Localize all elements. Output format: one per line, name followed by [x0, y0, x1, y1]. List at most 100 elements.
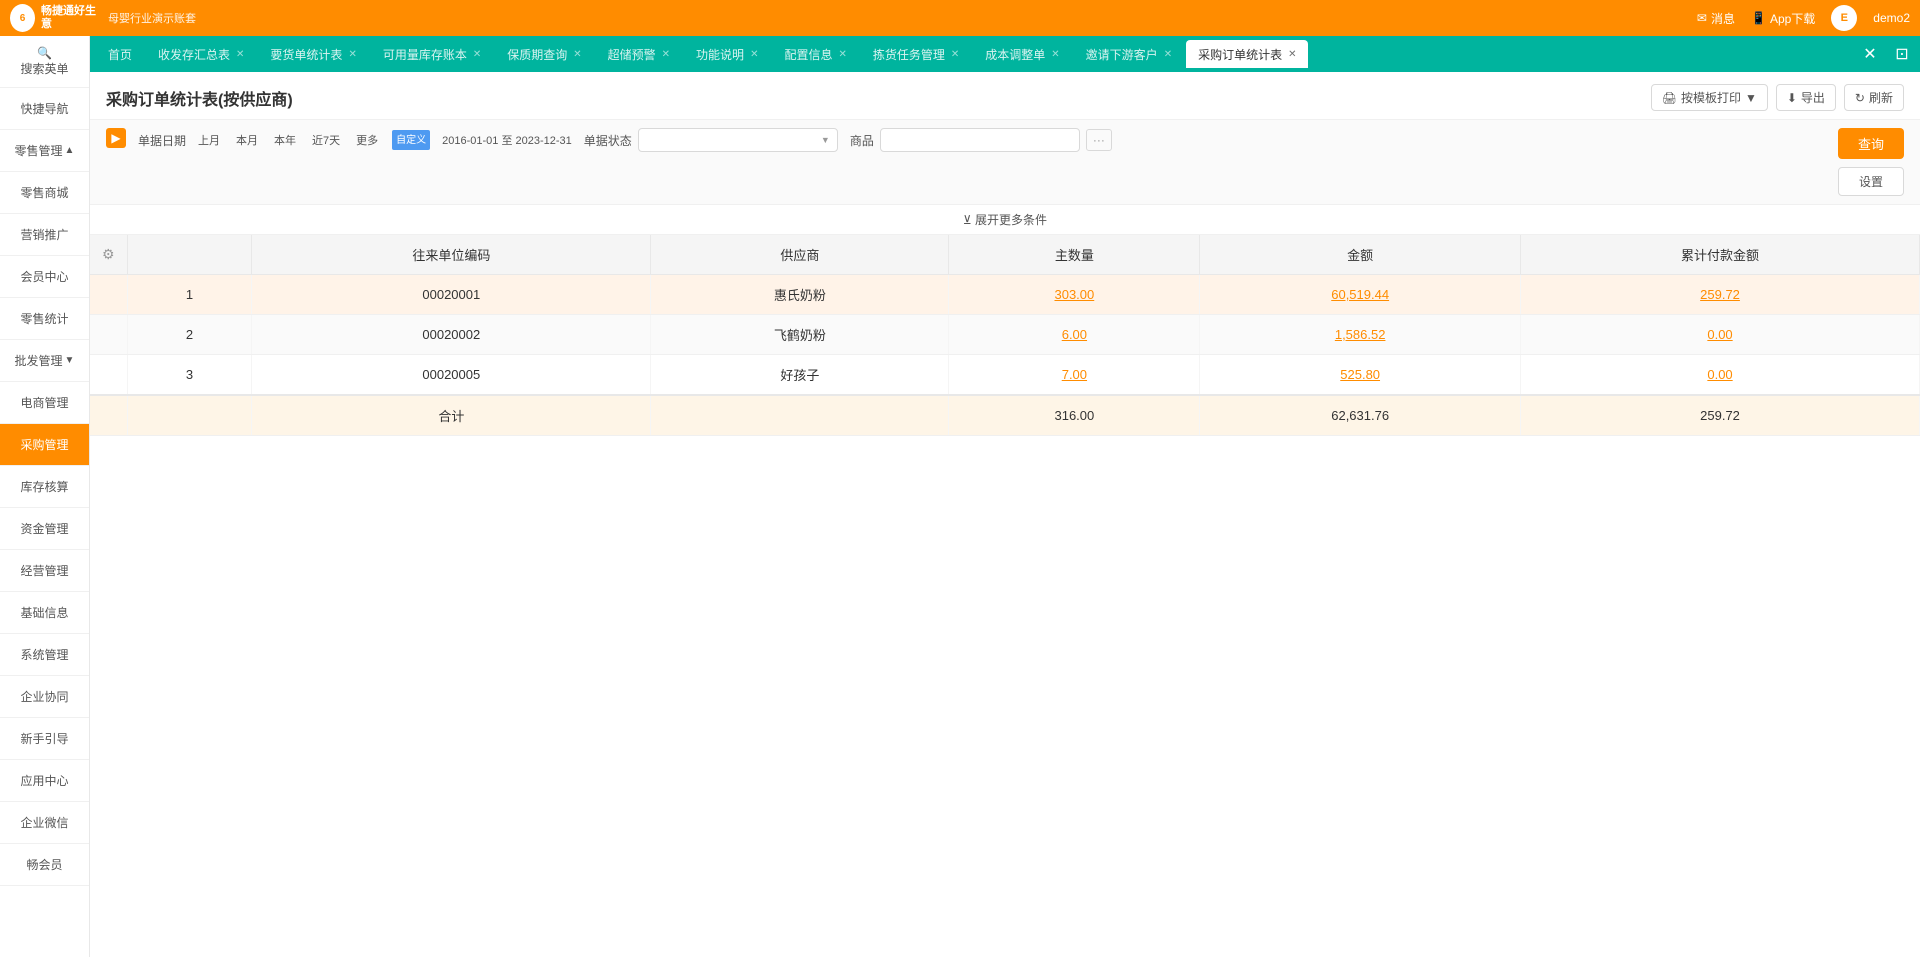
tab-config-info[interactable]: 配置信息 ✕ — [772, 40, 858, 68]
tab-overstock-warning[interactable]: 超储预警 ✕ — [596, 40, 682, 68]
row-num: 2 — [127, 315, 252, 355]
settings-button[interactable]: 设置 — [1838, 167, 1904, 196]
close-icon[interactable]: ✕ — [750, 49, 758, 60]
footer-supplier — [651, 395, 949, 436]
phone-icon: 📱 — [1751, 11, 1766, 25]
tab-receive-summary[interactable]: 收发存汇总表 ✕ — [146, 40, 256, 68]
tab-warranty-query[interactable]: 保质期查询 ✕ — [495, 40, 593, 68]
sidebar-item-ecommerce[interactable]: 电商管理 — [0, 382, 89, 424]
footer-quantity: 316.00 — [949, 395, 1200, 436]
tab-function-desc[interactable]: 功能说明 ✕ — [684, 40, 770, 68]
logo-area: 6 畅捷通好生意 — [10, 4, 100, 32]
close-icon[interactable]: ✕ — [838, 49, 846, 60]
sidebar-inventory-label: 库存核算 — [5, 478, 84, 495]
sidebar-item-wholesale[interactable]: 批发管理 ▼ — [0, 340, 89, 382]
sidebar-item-quicknav[interactable]: 快捷导航 — [0, 88, 89, 130]
print-icon: 🖨 — [1662, 91, 1677, 105]
sidebar-item-marketing[interactable]: 营销推广 — [0, 214, 89, 256]
sidebar-item-vip[interactable]: 畅会员 — [0, 844, 89, 886]
shortcut-7-days[interactable]: 近7天 — [306, 130, 346, 150]
sidebar-item-retail-stat[interactable]: 零售统计 — [0, 298, 89, 340]
table-row[interactable]: 1 00020001 惠氏奶粉 303.00 60,519.44 259.72 — [90, 275, 1920, 315]
refresh-button[interactable]: ↻ 刷新 — [1844, 84, 1904, 111]
close-window-icon[interactable]: ✕ — [1858, 42, 1882, 66]
tab-invite-downstream[interactable]: 邀请下游客户 ✕ — [1074, 40, 1184, 68]
page-title: 采购订单统计表(按供应商) — [106, 86, 293, 110]
message-label: 消息 — [1711, 10, 1735, 27]
filter-toggle-button[interactable]: ▶ — [106, 128, 126, 148]
footer-amount: 62,631.76 — [1200, 395, 1521, 436]
sidebar-vip-label: 畅会员 — [5, 856, 84, 873]
maximize-icon[interactable]: ⊡ — [1890, 42, 1914, 66]
export-button[interactable]: ⬇ 导出 — [1776, 84, 1836, 111]
sidebar-item-enterprise[interactable]: 企业协同 — [0, 676, 89, 718]
close-icon[interactable]: ✕ — [236, 49, 244, 60]
tab-function-desc-label: 功能说明 — [696, 46, 744, 63]
goods-input[interactable] — [880, 128, 1080, 152]
query-button[interactable]: 查询 — [1838, 128, 1904, 159]
shortcut-this-year[interactable]: 本年 — [268, 130, 302, 150]
sidebar-quicknav-label: 快捷导航 — [5, 100, 84, 117]
tab-available-inventory[interactable]: 可用量库存账本 ✕ — [371, 40, 493, 68]
footer-paid-amount: 259.72 — [1521, 395, 1920, 436]
sidebar-item-system[interactable]: 系统管理 — [0, 634, 89, 676]
sidebar-item-enterprise-wechat[interactable]: 企业微信 — [0, 802, 89, 844]
tab-purchase-summary[interactable]: 采购订单统计表 ✕ — [1186, 40, 1308, 68]
close-icon[interactable]: ✕ — [348, 49, 356, 60]
expand-button[interactable]: ⊻ 展开更多条件 — [963, 213, 1047, 227]
sidebar-item-newbie[interactable]: 新手引导 — [0, 718, 89, 760]
close-icon[interactable]: ✕ — [1288, 49, 1296, 60]
sidebar-item-search[interactable]: 🔍 搜索英单 — [0, 36, 89, 88]
date-range-filter: 2016-01-01 至 2023-12-31 — [442, 132, 572, 148]
logo-text: 畅捷通好生意 — [41, 5, 100, 31]
tab-order-summary[interactable]: 要货单统计表 ✕ — [258, 40, 368, 68]
close-icon[interactable]: ✕ — [473, 49, 481, 60]
sidebar-item-operations[interactable]: 经营管理 — [0, 550, 89, 592]
sidebar-item-retail-shop[interactable]: 零售商城 — [0, 172, 89, 214]
app-download-label: App下载 — [1770, 10, 1815, 27]
shortcut-more[interactable]: 更多 — [350, 130, 384, 150]
close-icon[interactable]: ✕ — [951, 49, 959, 60]
sidebar-item-inventory[interactable]: 库存核算 — [0, 466, 89, 508]
status-select[interactable] — [638, 128, 838, 152]
logo-icon: 6 — [10, 4, 35, 32]
sidebar-item-member[interactable]: 会员中心 — [0, 256, 89, 298]
row-paid-amount: 0.00 — [1521, 355, 1920, 396]
sidebar-wholesale-label: 批发管理 — [15, 352, 63, 369]
tab-home[interactable]: 首页 — [96, 40, 144, 68]
gear-icon[interactable]: ⚙ — [102, 246, 115, 262]
sidebar-item-finance[interactable]: 资金管理 — [0, 508, 89, 550]
sidebar-finance-label: 资金管理 — [5, 520, 84, 537]
close-icon[interactable]: ✕ — [573, 49, 581, 60]
col-quantity: 主数量 — [949, 235, 1200, 275]
sidebar-enterprise-wechat-label: 企业微信 — [5, 814, 84, 831]
table-row[interactable]: 2 00020002 飞鹤奶粉 6.00 1,586.52 0.00 — [90, 315, 1920, 355]
sidebar-item-purchase[interactable]: 采购管理 — [0, 424, 89, 466]
row-amount: 1,586.52 — [1200, 315, 1521, 355]
sidebar-item-retail[interactable]: 零售管理 ▲ — [0, 130, 89, 172]
tab-cost-adjust[interactable]: 成本调整单 ✕ — [973, 40, 1071, 68]
close-icon[interactable]: ✕ — [662, 49, 670, 60]
sidebar-item-app-center[interactable]: 应用中心 — [0, 760, 89, 802]
sidebar-item-basic-info[interactable]: 基础信息 — [0, 592, 89, 634]
page-header: 采购订单统计表(按供应商) 🖨 按模板打印 ▼ ⬇ 导出 ↻ 刷新 — [90, 72, 1920, 120]
row-quantity: 7.00 — [949, 355, 1200, 396]
close-icon[interactable]: ✕ — [1164, 49, 1172, 60]
tab-picking-task[interactable]: 拣货任务管理 ✕ — [861, 40, 971, 68]
message-action[interactable]: ✉ 消息 — [1697, 10, 1735, 27]
page-content: 采购订单统计表(按供应商) 🖨 按模板打印 ▼ ⬇ 导出 ↻ 刷新 — [90, 72, 1920, 957]
goods-more-button[interactable]: ··· — [1086, 129, 1112, 151]
username: demo2 — [1873, 11, 1910, 25]
status-select-wrapper — [638, 128, 838, 152]
app-download-action[interactable]: 📱 App下载 — [1751, 10, 1815, 27]
row-supplier-name: 好孩子 — [651, 355, 949, 396]
row-supplier-code: 00020002 — [252, 315, 651, 355]
export-icon: ⬇ — [1787, 91, 1797, 105]
close-icon[interactable]: ✕ — [1051, 49, 1059, 60]
avatar: E — [1831, 5, 1857, 31]
shortcut-this-month[interactable]: 本月 — [230, 130, 264, 150]
filter-section: ▶ 单据日期 上月 本月 本年 近7天 更多 自定义 — [90, 120, 1920, 205]
print-button[interactable]: 🖨 按模板打印 ▼ — [1651, 84, 1768, 111]
table-row[interactable]: 3 00020005 好孩子 7.00 525.80 0.00 — [90, 355, 1920, 396]
shortcut-last-month[interactable]: 上月 — [192, 130, 226, 150]
